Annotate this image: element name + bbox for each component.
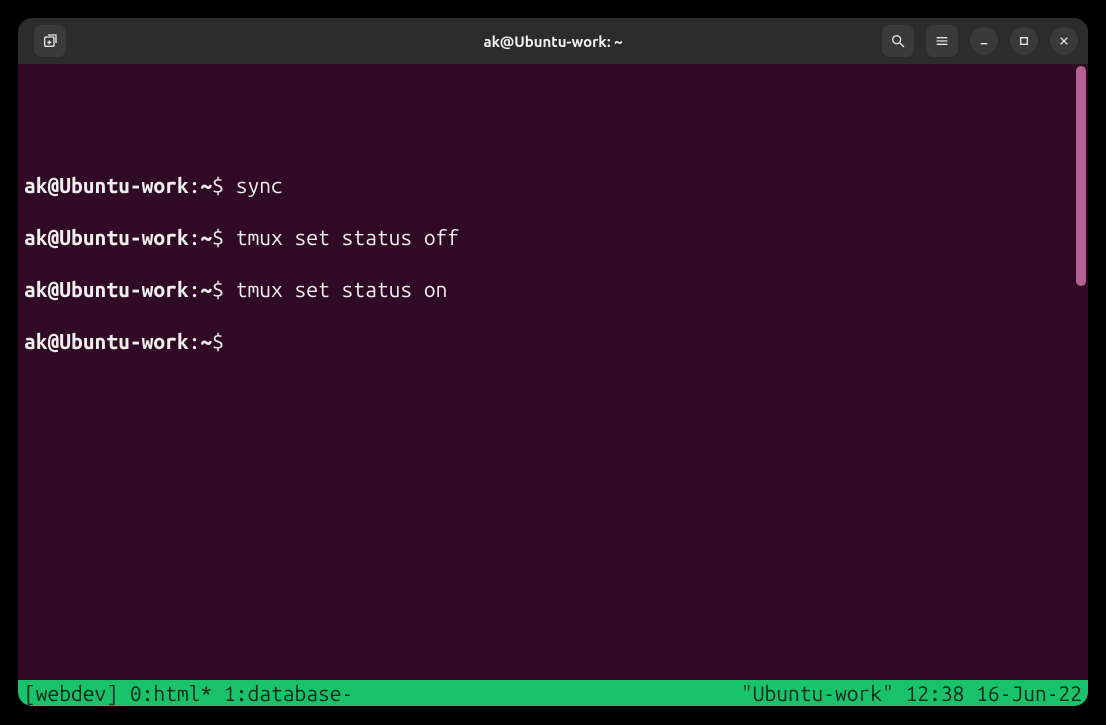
tmux-status-left: [webdev] 0:html* 1:database-: [24, 680, 353, 706]
hamburger-icon: [934, 33, 950, 49]
tmux-status-bar: [webdev] 0:html* 1:database- "Ubuntu-wor…: [18, 680, 1088, 706]
prompt-line: ak@Ubuntu-work:~$ tmux set status off: [24, 224, 1082, 250]
close-button[interactable]: [1050, 27, 1078, 55]
tmux-status-right: "Ubuntu-work" 12:38 16-Jun-22: [741, 680, 1082, 706]
terminal-content: ak@Ubuntu-work:~$ sync ak@Ubuntu-work:~$…: [18, 142, 1088, 706]
terminal-area[interactable]: ak@Ubuntu-work:~$ sync ak@Ubuntu-work:~$…: [18, 64, 1088, 706]
search-button[interactable]: [882, 25, 914, 57]
terminal-window: ak@Ubuntu-work: ~ ak@Ubuntu-work:~$ sync…: [18, 18, 1088, 706]
prompt-line: ak@Ubuntu-work:~$: [24, 328, 1082, 354]
prompt-line: ak@Ubuntu-work:~$ sync: [24, 172, 1082, 198]
maximize-icon: [1016, 33, 1032, 49]
search-icon: [890, 33, 906, 49]
new-tab-button[interactable]: [34, 25, 66, 57]
titlebar: ak@Ubuntu-work: ~: [18, 18, 1088, 64]
new-tab-icon: [42, 33, 58, 49]
command-text: tmux set status off: [236, 225, 459, 249]
prompt-line: ak@Ubuntu-work:~$ tmux set status on: [24, 276, 1082, 302]
close-icon: [1056, 33, 1072, 49]
menu-button[interactable]: [926, 25, 958, 57]
command-text: tmux set status on: [236, 277, 448, 301]
command-text: sync: [236, 173, 283, 197]
maximize-button[interactable]: [1010, 27, 1038, 55]
minimize-icon: [976, 33, 992, 49]
scrollbar-thumb[interactable]: [1076, 66, 1086, 286]
minimize-button[interactable]: [970, 27, 998, 55]
